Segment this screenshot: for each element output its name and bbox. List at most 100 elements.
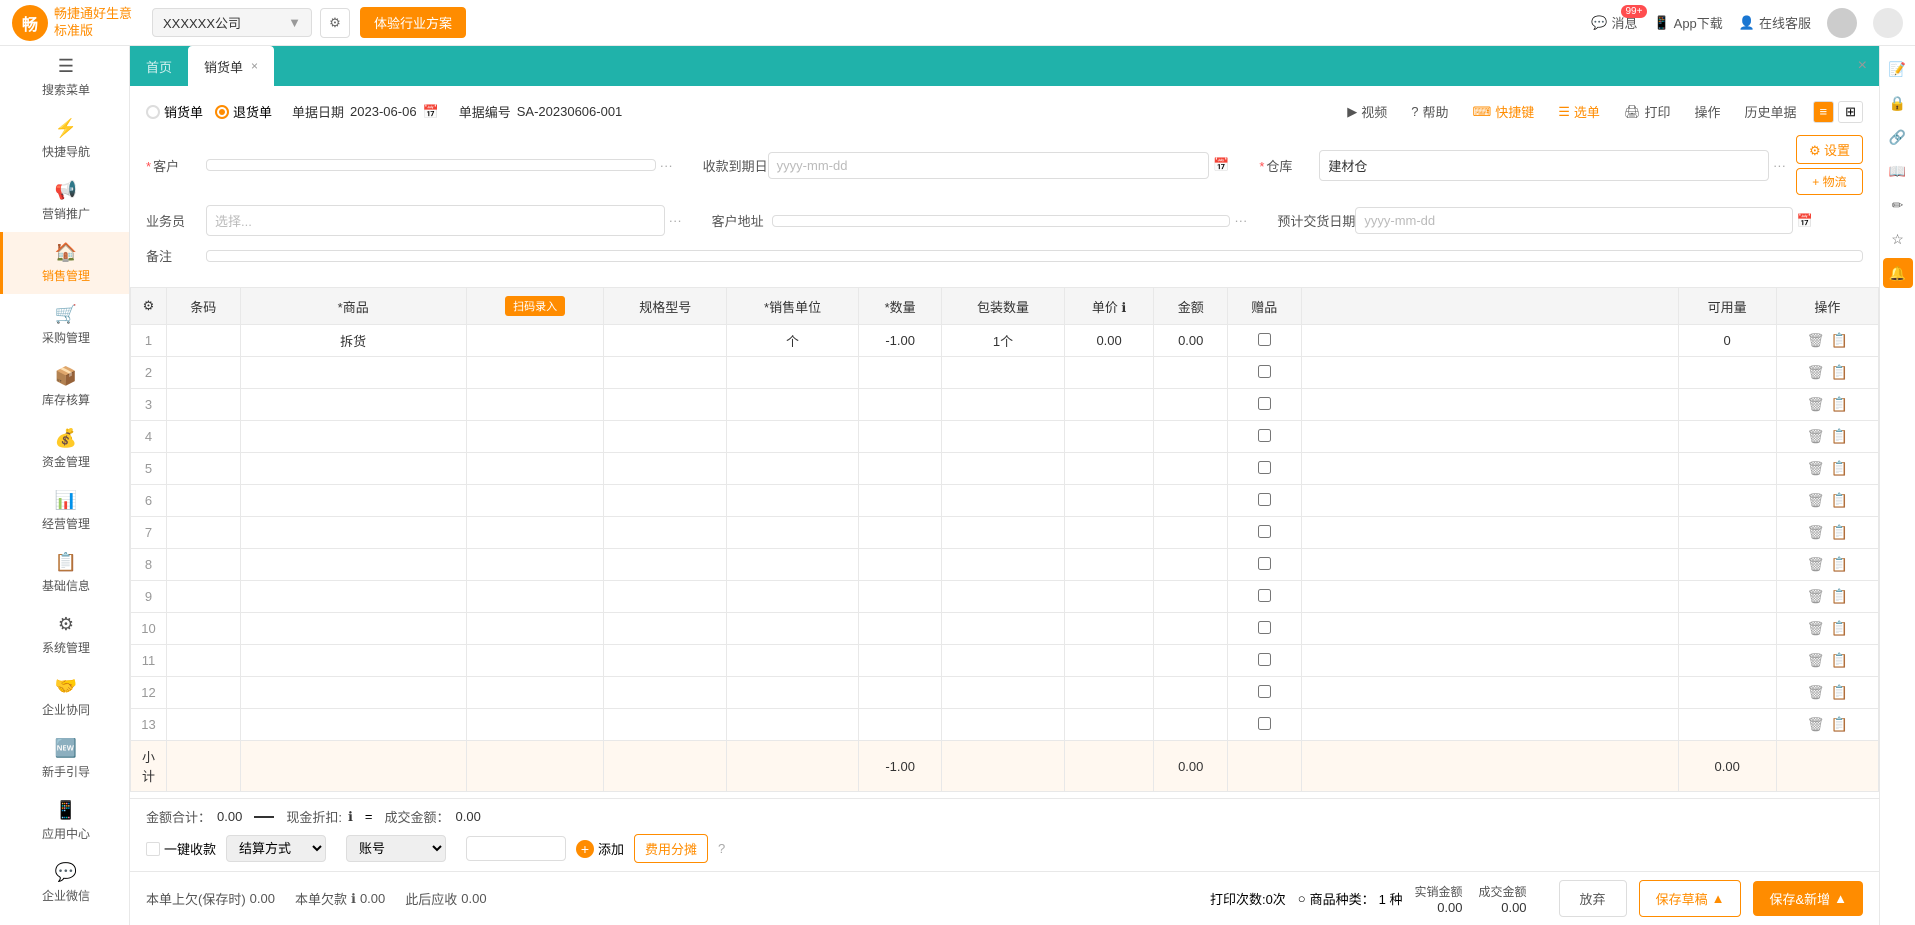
avatar-dropdown[interactable] [1873,8,1903,38]
row-unit-price[interactable] [1064,581,1154,613]
rp-note-icon[interactable]: 📝 [1883,54,1913,84]
row-gift[interactable] [1228,389,1302,421]
row-goods[interactable] [240,645,466,677]
row-barcode[interactable] [167,421,241,453]
row-amount[interactable] [1154,709,1228,741]
row-unit-price[interactable] [1064,485,1154,517]
row-unit-price[interactable] [1064,453,1154,485]
select-button[interactable]: ☰ 选单 [1550,98,1608,125]
print-button[interactable]: 🖨 打印 [1616,98,1679,125]
row-delete-icon[interactable]: 🗑 [1807,396,1825,413]
row-unit[interactable] [727,677,859,709]
row-qty[interactable] [859,357,942,389]
warehouse-ellipsis[interactable]: ··· [1773,158,1786,173]
row-unit-price[interactable] [1064,677,1154,709]
col-settings[interactable]: ⚙ [131,288,167,325]
row-gift[interactable] [1228,581,1302,613]
row-remark[interactable] [1301,549,1678,581]
row-remark[interactable] [1301,389,1678,421]
row-amount[interactable] [1154,677,1228,709]
row-barcode[interactable] [167,389,241,421]
row-barcode[interactable] [167,645,241,677]
row-pkg-qty[interactable] [942,581,1065,613]
settings-button[interactable]: ⚙ 设置 [1796,135,1863,164]
window-close-button[interactable]: × [1858,57,1867,74]
row-goods[interactable] [240,421,466,453]
row-amount[interactable] [1154,549,1228,581]
salesperson-input[interactable]: 选择... [206,205,665,236]
row-unit-price[interactable] [1064,389,1154,421]
row-qty[interactable] [859,549,942,581]
row-qty[interactable] [859,581,942,613]
discount-info-icon[interactable]: ℹ [348,809,353,825]
row-amount[interactable] [1154,357,1228,389]
row-amount[interactable] [1154,581,1228,613]
sidebar-item-app-center[interactable]: 📱应用中心 [0,790,129,852]
row-goods[interactable]: 拆货 [240,325,466,357]
warehouse-input[interactable]: 建材仓 [1319,150,1769,181]
save-new-button[interactable]: 保存&新增 ▲ [1753,881,1863,916]
row-remark[interactable] [1301,645,1678,677]
payment-method-select[interactable]: 结算方式 [226,835,326,862]
rp-edit-icon[interactable]: ✏ [1883,190,1913,220]
row-barcode[interactable] [167,613,241,645]
row-qty[interactable] [859,517,942,549]
row-goods[interactable] [240,581,466,613]
row-qty[interactable] [859,453,942,485]
sales-order-radio[interactable]: 销货单 [146,102,203,121]
row-goods[interactable] [240,709,466,741]
row-goods[interactable] [240,389,466,421]
row-gift[interactable] [1228,549,1302,581]
row-delete-icon[interactable]: 🗑 [1807,492,1825,509]
row-barcode[interactable] [167,581,241,613]
add-payment-button[interactable]: + [576,840,594,858]
row-gift[interactable] [1228,517,1302,549]
row-spec[interactable] [604,517,727,549]
tab-sales-order[interactable]: 销货单 × [188,46,274,86]
row-remark[interactable] [1301,357,1678,389]
grid-view-button[interactable]: ⊞ [1838,101,1863,123]
row-amount[interactable] [1154,421,1228,453]
rp-star-icon[interactable]: ☆ [1883,224,1913,254]
row-spec[interactable] [604,485,727,517]
row-unit[interactable] [727,485,859,517]
row-unit-price[interactable] [1064,645,1154,677]
row-delete-icon[interactable]: 🗑 [1807,364,1825,381]
save-draft-button[interactable]: 保存草稿 ▲ [1639,880,1742,917]
row-gift[interactable] [1228,709,1302,741]
row-goods[interactable] [240,549,466,581]
row-delete-icon[interactable]: 🗑 [1807,460,1825,477]
row-unit[interactable] [727,709,859,741]
row-pkg-qty[interactable] [942,453,1065,485]
row-remark[interactable] [1301,421,1678,453]
row-barcode[interactable] [167,549,241,581]
row-unit-price[interactable] [1064,709,1154,741]
sidebar-item-member[interactable]: ♡畅会员 [0,914,129,925]
row-spec[interactable] [604,677,727,709]
sidebar-item-inventory[interactable]: 📦库存核算 [0,356,129,418]
history-button[interactable]: 历史单据 [1736,98,1804,125]
row-qty[interactable]: -1.00 [859,325,942,357]
row-goods[interactable] [240,517,466,549]
row-delete-icon[interactable]: 🗑 [1807,428,1825,445]
row-amount[interactable] [1154,613,1228,645]
row-delete-icon[interactable]: 🗑 [1807,684,1825,701]
row-qty[interactable] [859,485,942,517]
sidebar-item-purchase-mgmt[interactable]: 🛒采购管理 [0,294,129,356]
row-amount[interactable] [1154,453,1228,485]
row-amount[interactable] [1154,389,1228,421]
row-spec[interactable] [604,549,727,581]
row-delete-icon[interactable]: 🗑 [1807,524,1825,541]
row-unit[interactable] [727,421,859,453]
rp-lock-icon[interactable]: 🔒 [1883,88,1913,118]
row-gift[interactable] [1228,677,1302,709]
row-pkg-qty[interactable] [942,421,1065,453]
avatar[interactable] [1827,8,1857,38]
row-qty[interactable] [859,389,942,421]
row-delete-icon[interactable]: 🗑 [1807,556,1825,573]
logistics-button[interactable]: + 物流 [1796,168,1863,195]
row-unit-price[interactable]: 0.00 [1064,325,1154,357]
account-select[interactable]: 账号 [346,835,446,862]
sidebar-item-collab[interactable]: 🤝企业协同 [0,666,129,728]
trial-button[interactable]: 体验行业方案 [360,7,466,38]
